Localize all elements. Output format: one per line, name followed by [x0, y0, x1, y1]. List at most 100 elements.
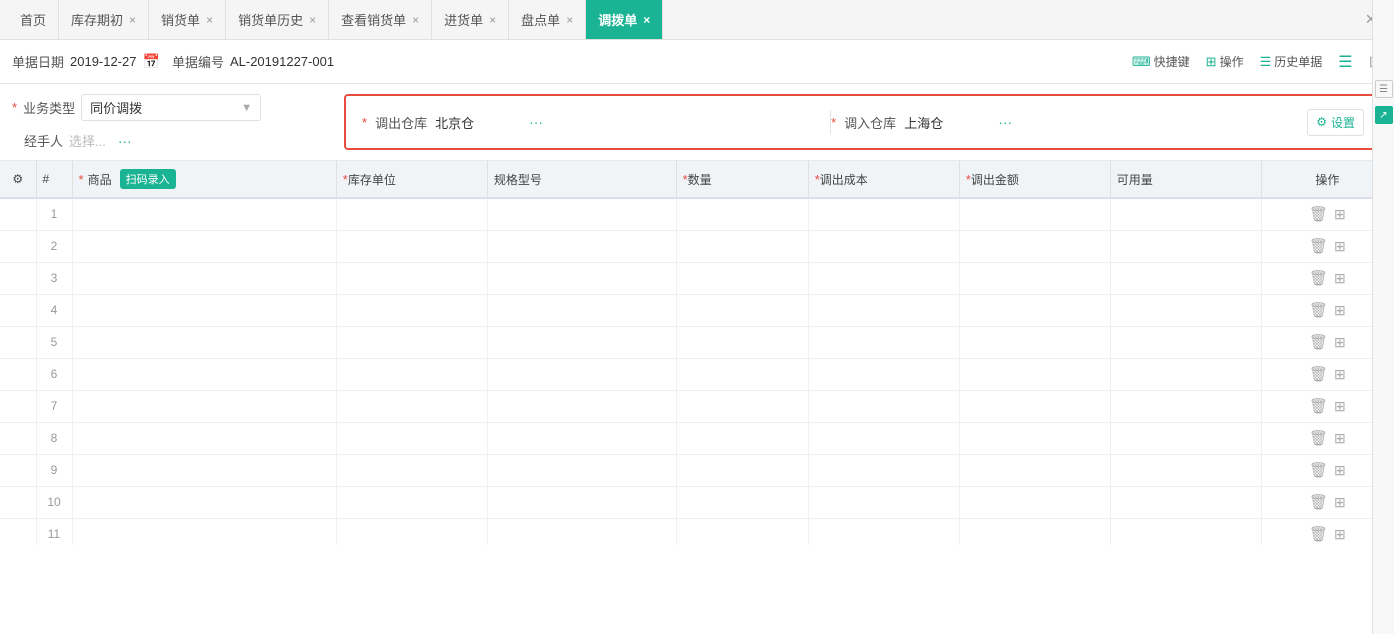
row-qty-2[interactable]	[676, 230, 808, 262]
tab-sales-order[interactable]: 销货单 ×	[149, 0, 226, 39]
row-spec-2[interactable]	[487, 230, 676, 262]
row-cost-10[interactable]	[808, 486, 959, 518]
delete-icon-6[interactable]: 🗑	[1309, 365, 1328, 383]
tab-view-sales[interactable]: 查看销货单 ×	[329, 0, 432, 39]
warehouse-in-more-button[interactable]: ···	[998, 114, 1012, 130]
row-unit-10[interactable]	[336, 486, 487, 518]
row-amount-9[interactable]	[959, 454, 1110, 486]
copy-icon-10[interactable]: ⊞	[1334, 494, 1346, 511]
copy-icon-5[interactable]: ⊞	[1334, 334, 1346, 351]
row-cost-8[interactable]	[808, 422, 959, 454]
row-cost-5[interactable]	[808, 326, 959, 358]
delete-icon-11[interactable]: 🗑	[1309, 525, 1328, 543]
row-cost-3[interactable]	[808, 262, 959, 294]
tab-close-view-sales[interactable]: ×	[412, 13, 419, 27]
row-qty-7[interactable]	[676, 390, 808, 422]
row-cost-2[interactable]	[808, 230, 959, 262]
row-product-4[interactable]	[72, 294, 336, 326]
row-amount-8[interactable]	[959, 422, 1110, 454]
delete-icon-1[interactable]: 🗑	[1309, 205, 1328, 223]
scan-entry-button[interactable]: 扫码录入	[120, 169, 176, 189]
operations-button[interactable]: ⊞ 操作	[1206, 53, 1244, 70]
copy-icon-7[interactable]: ⊞	[1334, 398, 1346, 415]
delete-icon-9[interactable]: 🗑	[1309, 461, 1328, 479]
row-amount-11[interactable]	[959, 518, 1110, 545]
tab-transfer-order[interactable]: 调拨单 ×	[586, 0, 663, 39]
tab-close-purchase-order[interactable]: ×	[489, 13, 496, 27]
row-qty-1[interactable]	[676, 198, 808, 230]
copy-icon-9[interactable]: ⊞	[1334, 462, 1346, 479]
row-spec-11[interactable]	[487, 518, 676, 545]
sidebar-list-icon[interactable]: ☰	[1375, 80, 1393, 98]
row-qty-3[interactable]	[676, 262, 808, 294]
row-available-9[interactable]	[1110, 454, 1261, 486]
row-cost-6[interactable]	[808, 358, 959, 390]
row-product-5[interactable]	[72, 326, 336, 358]
row-product-9[interactable]	[72, 454, 336, 486]
tab-close-transfer-order[interactable]: ×	[643, 13, 650, 27]
tab-inventory-init[interactable]: 库存期初 ×	[59, 0, 149, 39]
row-product-10[interactable]	[72, 486, 336, 518]
row-spec-5[interactable]	[487, 326, 676, 358]
delete-icon-5[interactable]: 🗑	[1309, 333, 1328, 351]
delete-icon-2[interactable]: 🗑	[1309, 237, 1328, 255]
row-spec-8[interactable]	[487, 422, 676, 454]
copy-icon-4[interactable]: ⊞	[1334, 302, 1346, 319]
delete-icon-8[interactable]: 🗑	[1309, 429, 1328, 447]
row-unit-9[interactable]	[336, 454, 487, 486]
row-spec-1[interactable]	[487, 198, 676, 230]
col-header-gear[interactable]: ⚙	[0, 161, 36, 198]
row-amount-3[interactable]	[959, 262, 1110, 294]
handler-more-button[interactable]: ···	[118, 133, 132, 149]
history-button[interactable]: ☰ 历史单据	[1260, 53, 1323, 70]
row-unit-3[interactable]	[336, 262, 487, 294]
row-qty-6[interactable]	[676, 358, 808, 390]
row-cost-7[interactable]	[808, 390, 959, 422]
row-product-1[interactable]	[72, 198, 336, 230]
row-amount-5[interactable]	[959, 326, 1110, 358]
row-product-11[interactable]	[72, 518, 336, 545]
row-cost-9[interactable]	[808, 454, 959, 486]
row-available-8[interactable]	[1110, 422, 1261, 454]
copy-icon-1[interactable]: ⊞	[1334, 206, 1346, 223]
delete-icon-4[interactable]: 🗑	[1309, 301, 1328, 319]
layout1-button[interactable]: ☰	[1338, 52, 1352, 72]
shortcuts-button[interactable]: ⌨ 快捷键	[1132, 53, 1190, 70]
handler-select[interactable]: 选择...	[69, 131, 106, 150]
row-qty-9[interactable]	[676, 454, 808, 486]
row-spec-6[interactable]	[487, 358, 676, 390]
row-unit-6[interactable]	[336, 358, 487, 390]
business-type-select[interactable]: 同价调拨 ▼	[81, 94, 261, 121]
copy-icon-11[interactable]: ⊞	[1334, 526, 1346, 543]
tab-close-inventory-init[interactable]: ×	[129, 13, 136, 27]
row-qty-11[interactable]	[676, 518, 808, 545]
row-available-1[interactable]	[1110, 198, 1261, 230]
row-product-7[interactable]	[72, 390, 336, 422]
delete-icon-10[interactable]: 🗑	[1309, 493, 1328, 511]
row-spec-10[interactable]	[487, 486, 676, 518]
row-qty-10[interactable]	[676, 486, 808, 518]
row-qty-5[interactable]	[676, 326, 808, 358]
row-unit-7[interactable]	[336, 390, 487, 422]
delete-icon-7[interactable]: 🗑	[1309, 397, 1328, 415]
row-amount-10[interactable]	[959, 486, 1110, 518]
row-product-2[interactable]	[72, 230, 336, 262]
row-product-6[interactable]	[72, 358, 336, 390]
row-available-2[interactable]	[1110, 230, 1261, 262]
copy-icon-8[interactable]: ⊞	[1334, 430, 1346, 447]
delete-icon-3[interactable]: 🗑	[1309, 269, 1328, 287]
row-unit-4[interactable]	[336, 294, 487, 326]
row-spec-3[interactable]	[487, 262, 676, 294]
warehouse-out-more-button[interactable]: ···	[529, 114, 543, 130]
row-cost-1[interactable]	[808, 198, 959, 230]
row-spec-7[interactable]	[487, 390, 676, 422]
tab-sales-history[interactable]: 销货单历史 ×	[226, 0, 329, 39]
row-unit-1[interactable]	[336, 198, 487, 230]
tab-close-sales-order[interactable]: ×	[206, 13, 213, 27]
row-unit-2[interactable]	[336, 230, 487, 262]
row-amount-1[interactable]	[959, 198, 1110, 230]
tab-purchase-order[interactable]: 进货单 ×	[432, 0, 509, 39]
row-available-3[interactable]	[1110, 262, 1261, 294]
tab-close-sales-history[interactable]: ×	[309, 13, 316, 27]
copy-icon-3[interactable]: ⊞	[1334, 270, 1346, 287]
